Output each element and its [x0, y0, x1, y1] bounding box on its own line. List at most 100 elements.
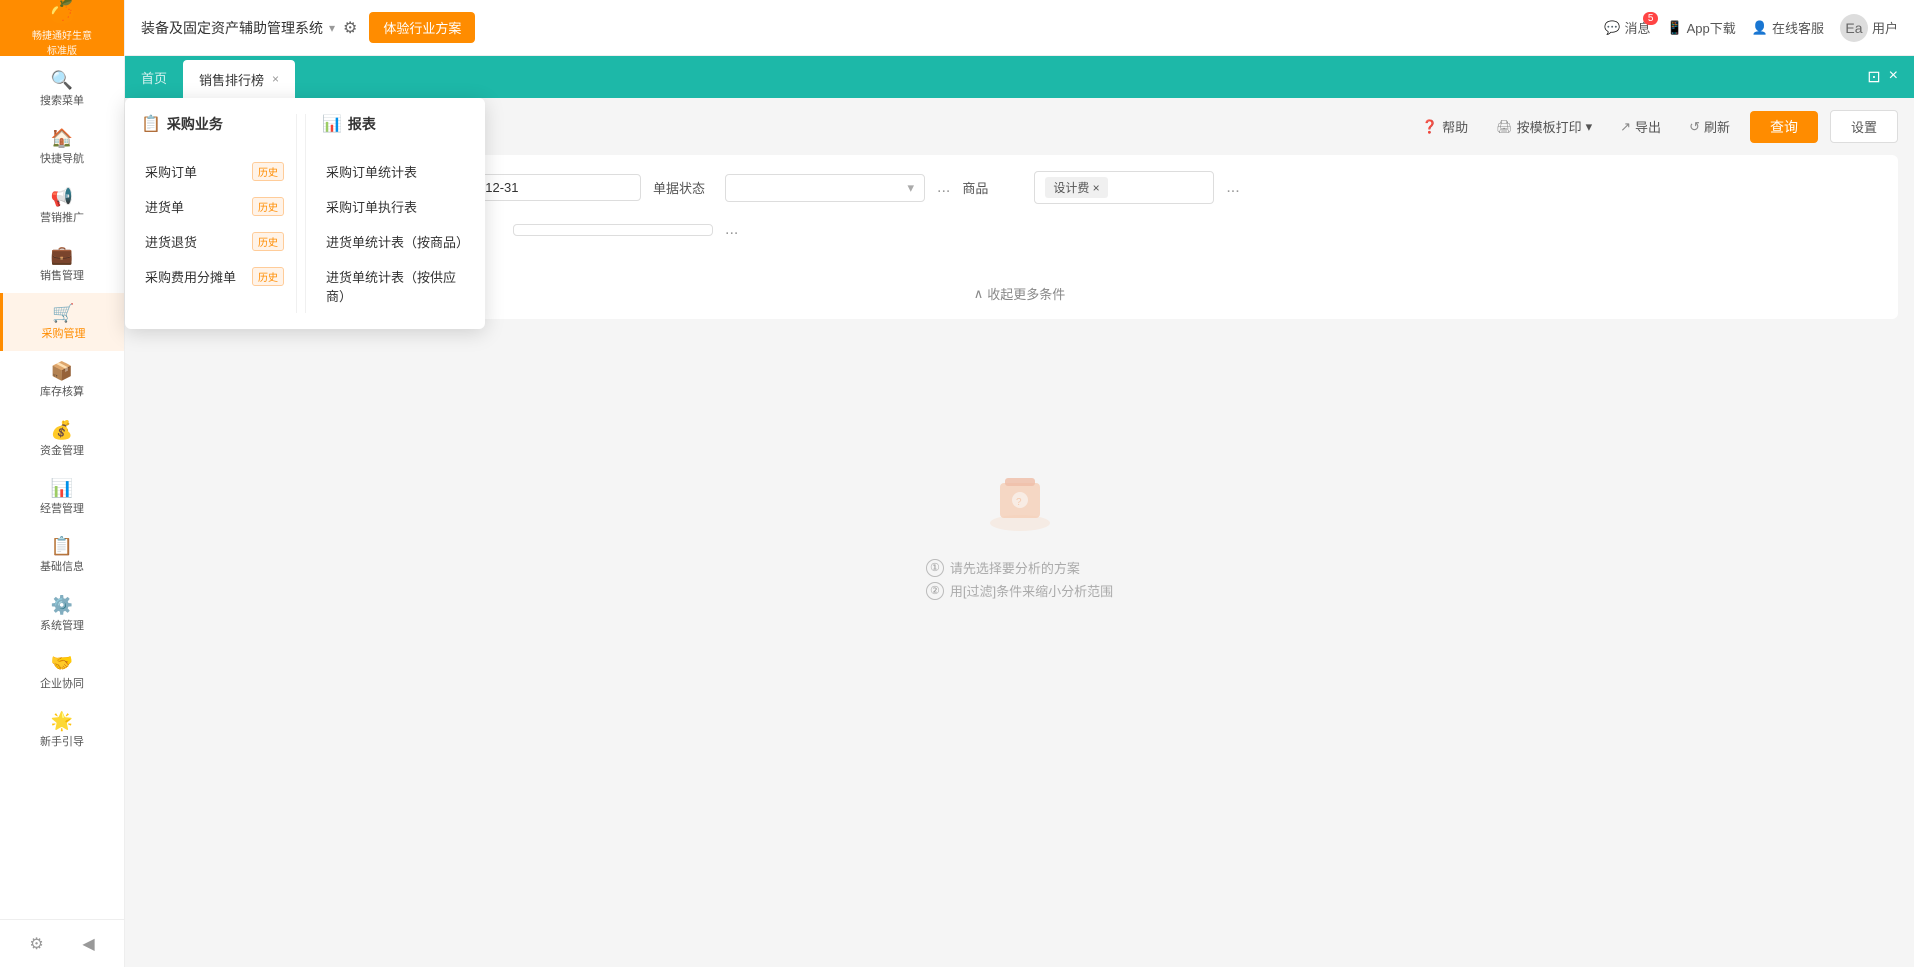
- sidebar-item-search[interactable]: 🔍 搜索菜单: [0, 60, 124, 118]
- restore-icon[interactable]: ⊡: [1867, 67, 1880, 87]
- enterprise-icon: 🤝: [51, 653, 73, 674]
- tab-close-icon[interactable]: ×: [272, 72, 279, 86]
- operation-icon: 📊: [51, 478, 73, 499]
- basicinfo-icon: 📋: [51, 536, 73, 557]
- online-service-button[interactable]: 👤 在线客服: [1752, 18, 1824, 37]
- sidebar-collapse-button[interactable]: ◀: [82, 934, 94, 954]
- dropdown-item-purchase-order-exec[interactable]: 采购订单执行表: [322, 189, 469, 224]
- purchase-dropdown-menu: 📋 采购业务 采购订单 历史 进货单 历史 进货退货 历史 采购费用分摊单 历史: [125, 98, 485, 329]
- purchase-expense-history: 历史: [252, 267, 284, 286]
- empty-state: ? ① 请先选择要分析的方案 ② 用[过滤]条件来缩小分析范围: [141, 331, 1898, 731]
- logo-title: 畅捷通好生意: [32, 27, 92, 42]
- empty-tip-2: ② 用[过滤]条件来缩小分析范围: [926, 581, 1113, 600]
- sidebar-item-purchase-label: 采购管理: [42, 327, 86, 341]
- system-name: 装备及固定资产辅助管理系统 ▾: [141, 18, 335, 38]
- collapse-icon: ∧: [974, 286, 984, 302]
- tab-sales-rank[interactable]: 销售排行榜 ×: [183, 60, 295, 98]
- tab-home[interactable]: 首页: [125, 56, 183, 98]
- dropdown-item-incoming-stat-goods[interactable]: 进货单统计表（按商品）: [322, 224, 469, 259]
- inventory-icon: 📦: [51, 361, 73, 382]
- dropdown-col-purchase-title: 📋 采购业务: [141, 114, 288, 142]
- sidebar-item-system[interactable]: ⚙️ 系统管理: [0, 585, 124, 643]
- close-window-icon[interactable]: ×: [1889, 67, 1898, 87]
- sidebar-item-enterprise[interactable]: 🤝 企业协同: [0, 643, 124, 701]
- export-icon: ↗: [1620, 119, 1631, 135]
- tip-2-text: 用[过滤]条件来缩小分析范围: [950, 581, 1113, 600]
- sidebar-item-search-label: 搜索菜单: [40, 94, 84, 108]
- sidebar-item-quicknav[interactable]: 🏠 快捷导航: [0, 118, 124, 176]
- print-button[interactable]: 🖨 按模板打印 ▾: [1488, 113, 1600, 140]
- sidebar-item-marketing[interactable]: 📢 营销推广: [0, 177, 124, 235]
- empty-tips: ① 请先选择要分析的方案 ② 用[过滤]条件来缩小分析范围: [926, 554, 1113, 604]
- purchase-icon: 🛒: [52, 303, 74, 324]
- export-label: 导出: [1635, 117, 1661, 136]
- avatar: Ea: [1840, 14, 1868, 42]
- search-icon: 🔍: [51, 70, 73, 91]
- salesman-more[interactable]: ...: [725, 221, 738, 239]
- purchase-expense-label: 采购费用分摊单: [145, 267, 236, 286]
- sidebar-item-quicknav-label: 快捷导航: [40, 152, 84, 166]
- incoming-stat-goods-label: 进货单统计表（按商品）: [326, 232, 465, 251]
- service-icon: 👤: [1752, 20, 1768, 36]
- sidebar-nav: 🔍 搜索菜单 🏠 快捷导航 📢 营销推广 💼 销售管理 🛒 采购管理 📦 库存核…: [0, 56, 124, 919]
- purchase-order-exec-label: 采购订单执行表: [326, 197, 417, 216]
- user-button[interactable]: Ea 用户: [1840, 14, 1898, 42]
- dropdown-item-purchase-order-stat[interactable]: 采购订单统计表: [322, 154, 469, 189]
- print-icon: 🖨: [1496, 119, 1513, 135]
- user-label: 用户: [1872, 18, 1898, 37]
- sidebar-item-operation[interactable]: 📊 经营管理: [0, 468, 124, 526]
- help-icon: ❓: [1422, 119, 1438, 135]
- message-badge: 5: [1643, 12, 1659, 25]
- goods-tag: 设计费 ×: [1045, 177, 1107, 198]
- dropdown-item-incoming[interactable]: 进货单 历史: [141, 189, 288, 224]
- finance-icon: 💰: [51, 420, 73, 441]
- goods-more[interactable]: ...: [1226, 179, 1239, 197]
- dropdown-item-purchase-expense[interactable]: 采购费用分摊单 历史: [141, 259, 288, 294]
- incoming-label: 进货单: [145, 197, 184, 216]
- sidebar-item-basicinfo[interactable]: 📋 基础信息: [0, 526, 124, 584]
- salesman-input[interactable]: [513, 224, 713, 236]
- svg-text:?: ?: [1016, 497, 1022, 508]
- purchase-order-label: 采购订单: [145, 162, 197, 181]
- status-chevron: ▾: [907, 180, 914, 196]
- dropdown-item-incoming-stat-supplier[interactable]: 进货单统计表（按供应商）: [322, 259, 469, 313]
- sidebar-item-newguide[interactable]: 🌟 新手引导: [0, 701, 124, 759]
- query-button[interactable]: 查询: [1750, 111, 1818, 143]
- col-divider: [296, 114, 297, 313]
- marketing-icon: 📢: [51, 187, 73, 208]
- sidebar-item-basicinfo-label: 基础信息: [40, 560, 84, 574]
- setting-button[interactable]: 设置: [1830, 110, 1898, 143]
- sidebar-settings-button[interactable]: ⚙: [29, 934, 43, 954]
- empty-tip-1: ① 请先选择要分析的方案: [926, 558, 1113, 577]
- status-more[interactable]: ...: [937, 179, 950, 197]
- status-select[interactable]: ▾: [725, 174, 925, 202]
- tip-num-1: ①: [926, 559, 944, 577]
- export-button[interactable]: ↗ 导出: [1612, 113, 1669, 140]
- sidebar-item-inventory[interactable]: 📦 库存核算: [0, 351, 124, 409]
- gear-icon[interactable]: ⚙: [343, 18, 357, 38]
- purchase-order-history: 历史: [252, 162, 284, 181]
- message-icon: 💬: [1604, 20, 1620, 36]
- goods-input[interactable]: 设计费 ×: [1034, 171, 1214, 204]
- home-icon: 🏠: [51, 128, 73, 149]
- sidebar: 🍊 畅捷通好生意 标准版 🔍 搜索菜单 🏠 快捷导航 📢 营销推广 💼 销售管理…: [0, 0, 125, 967]
- industry-btn[interactable]: 体验行业方案: [369, 12, 475, 43]
- tip-num-2: ②: [926, 582, 944, 600]
- sidebar-item-newguide-label: 新手引导: [40, 735, 84, 749]
- dropdown-item-purchase-order[interactable]: 采购订单 历史: [141, 154, 288, 189]
- sidebar-item-finance[interactable]: 💰 资金管理: [0, 410, 124, 468]
- app-download-button[interactable]: 📱 App下载: [1666, 18, 1735, 37]
- sidebar-item-purchase[interactable]: 🛒 采购管理: [0, 293, 124, 351]
- message-button[interactable]: 💬 消息 5: [1604, 18, 1650, 37]
- dropdown-col-purchase: 📋 采购业务 采购订单 历史 进货单 历史 进货退货 历史 采购费用分摊单 历史: [141, 114, 288, 313]
- dropdown-columns: 📋 采购业务 采购订单 历史 进货单 历史 进货退货 历史 采购费用分摊单 历史: [141, 114, 469, 313]
- sidebar-item-system-label: 系统管理: [40, 619, 84, 633]
- print-chevron: ▾: [1586, 119, 1593, 135]
- print-label: 按模板打印: [1517, 117, 1582, 136]
- refresh-button[interactable]: ↺ 刷新: [1681, 113, 1738, 140]
- help-label: 帮助: [1442, 117, 1468, 136]
- collapse-label: 收起更多条件: [987, 284, 1065, 303]
- help-button[interactable]: ❓ 帮助: [1414, 113, 1476, 140]
- dropdown-item-incoming-return[interactable]: 进货退货 历史: [141, 224, 288, 259]
- sidebar-item-sales[interactable]: 💼 销售管理: [0, 235, 124, 293]
